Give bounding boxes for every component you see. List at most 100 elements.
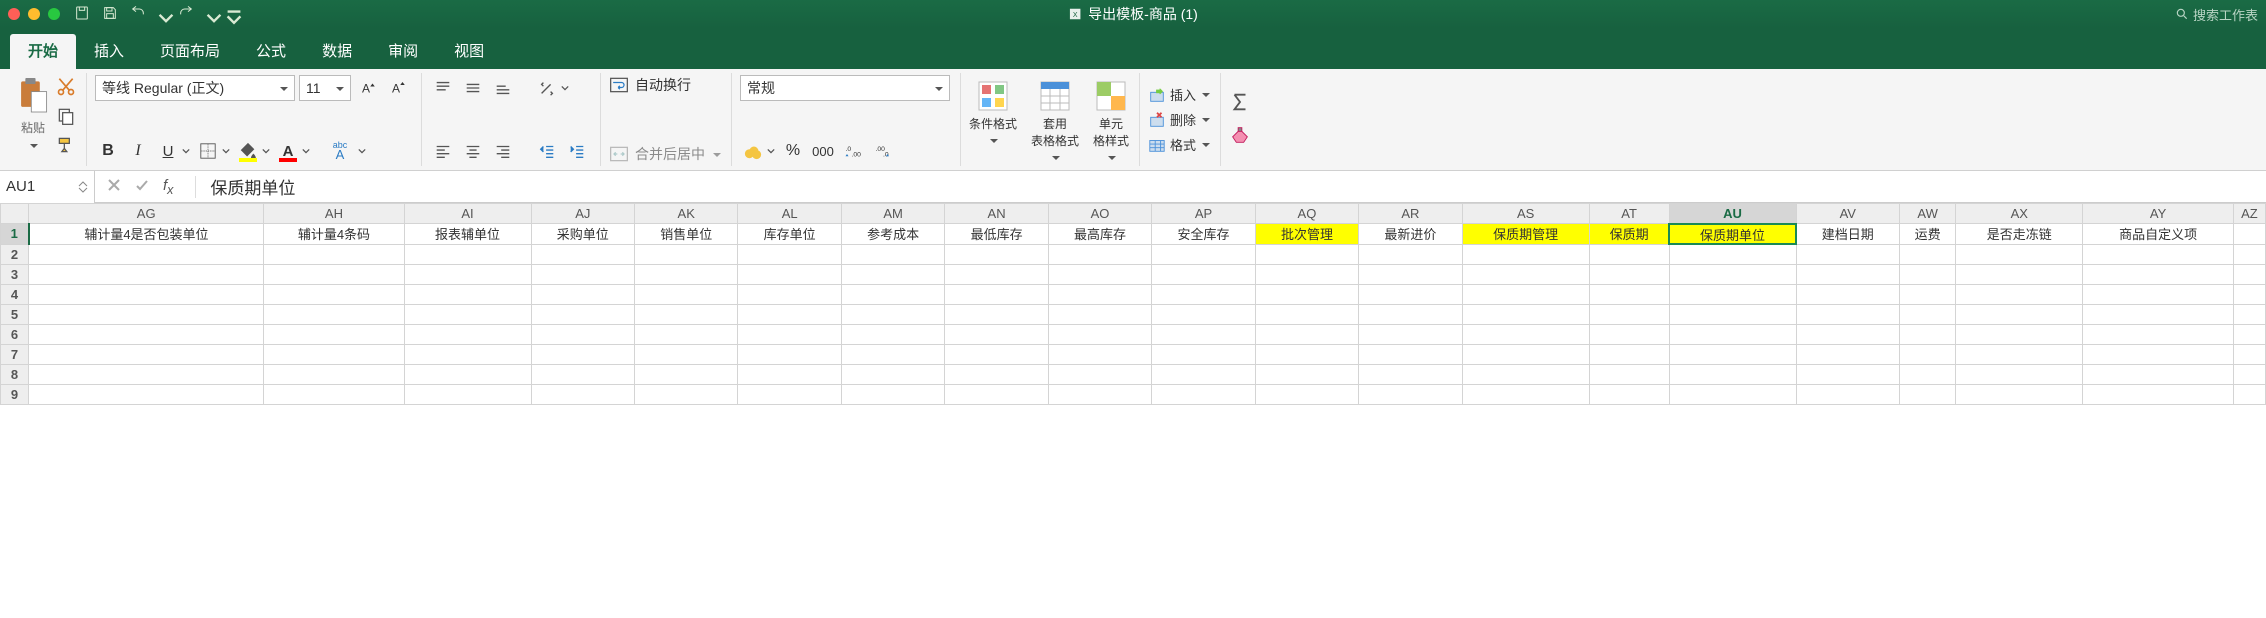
confirm-formula-icon[interactable] bbox=[135, 178, 149, 195]
col-header[interactable]: AJ bbox=[531, 204, 634, 224]
cell[interactable]: 批次管理 bbox=[1255, 224, 1358, 245]
cell[interactable]: 保质期 bbox=[1589, 224, 1669, 245]
cell[interactable]: 保质期单位 bbox=[1669, 224, 1796, 245]
align-bottom-icon[interactable] bbox=[490, 75, 516, 101]
cell[interactable]: 建档日期 bbox=[1796, 224, 1899, 245]
tab-home[interactable]: 开始 bbox=[10, 34, 76, 69]
cell[interactable] bbox=[264, 324, 404, 344]
tab-formulas[interactable]: 公式 bbox=[238, 34, 304, 69]
cell[interactable] bbox=[738, 284, 841, 304]
underline-dropdown[interactable] bbox=[181, 147, 191, 155]
redo-icon[interactable] bbox=[178, 5, 194, 24]
increase-font-icon[interactable]: A bbox=[355, 75, 381, 101]
cell[interactable] bbox=[1255, 324, 1358, 344]
cell[interactable] bbox=[1796, 304, 1899, 324]
cell[interactable] bbox=[2083, 344, 2234, 364]
cell[interactable] bbox=[1669, 264, 1796, 284]
cell[interactable] bbox=[531, 304, 634, 324]
orientation-button[interactable] bbox=[534, 75, 560, 101]
cell[interactable] bbox=[1589, 364, 1669, 384]
cell[interactable]: 保质期管理 bbox=[1462, 224, 1589, 245]
cell[interactable] bbox=[1796, 364, 1899, 384]
cell[interactable] bbox=[1900, 344, 1956, 364]
merge-center-button[interactable]: 合并后居中 bbox=[609, 144, 721, 164]
cell[interactable] bbox=[1255, 264, 1358, 284]
cell[interactable] bbox=[264, 304, 404, 324]
row-header[interactable]: 3 bbox=[1, 264, 29, 284]
cell[interactable] bbox=[2233, 264, 2265, 284]
col-header[interactable]: AG bbox=[29, 204, 264, 224]
cell[interactable] bbox=[2233, 384, 2265, 404]
cell[interactable] bbox=[531, 244, 634, 264]
cell[interactable] bbox=[1589, 304, 1669, 324]
cell[interactable] bbox=[1359, 244, 1462, 264]
redo-dropdown[interactable] bbox=[206, 10, 214, 18]
cell[interactable] bbox=[404, 244, 531, 264]
currency-button[interactable] bbox=[740, 138, 766, 164]
cell[interactable] bbox=[1462, 364, 1589, 384]
border-button[interactable] bbox=[195, 138, 221, 164]
cell[interactable] bbox=[1956, 324, 2083, 344]
percent-button[interactable]: % bbox=[780, 138, 806, 164]
cell[interactable]: 库存单位 bbox=[738, 224, 841, 245]
cell[interactable] bbox=[1900, 324, 1956, 344]
cell[interactable] bbox=[1359, 264, 1462, 284]
cell[interactable] bbox=[841, 324, 944, 344]
cell[interactable] bbox=[1462, 304, 1589, 324]
cell[interactable] bbox=[841, 364, 944, 384]
cancel-formula-icon[interactable] bbox=[107, 178, 121, 195]
currency-dropdown[interactable] bbox=[766, 147, 776, 155]
align-right-icon[interactable] bbox=[490, 138, 516, 164]
cell[interactable] bbox=[635, 344, 738, 364]
align-top-icon[interactable] bbox=[430, 75, 456, 101]
cell[interactable] bbox=[29, 384, 264, 404]
cell[interactable] bbox=[404, 304, 531, 324]
tab-view[interactable]: 视图 bbox=[436, 34, 502, 69]
cell[interactable] bbox=[1048, 304, 1151, 324]
cell[interactable] bbox=[945, 284, 1048, 304]
cell[interactable] bbox=[1589, 244, 1669, 264]
col-header[interactable]: AK bbox=[635, 204, 738, 224]
cell[interactable] bbox=[841, 344, 944, 364]
copy-icon[interactable] bbox=[56, 106, 76, 129]
row-header[interactable]: 5 bbox=[1, 304, 29, 324]
cell[interactable] bbox=[404, 384, 531, 404]
save-icon[interactable] bbox=[74, 5, 90, 24]
cell[interactable] bbox=[1048, 244, 1151, 264]
font-color-dropdown[interactable] bbox=[301, 147, 311, 155]
underline-button[interactable]: U bbox=[155, 138, 181, 164]
cell[interactable] bbox=[29, 244, 264, 264]
align-middle-icon[interactable] bbox=[460, 75, 486, 101]
formula-input[interactable]: 保质期单位 bbox=[202, 174, 2266, 199]
cell[interactable]: 辅计量4是否包装单位 bbox=[29, 224, 264, 245]
window-minimize[interactable] bbox=[28, 8, 40, 20]
decrease-decimal-icon[interactable]: .00.0 bbox=[870, 138, 896, 164]
row-header[interactable]: 4 bbox=[1, 284, 29, 304]
cell[interactable] bbox=[1956, 264, 2083, 284]
orientation-dropdown[interactable] bbox=[560, 84, 570, 92]
cell[interactable] bbox=[1359, 364, 1462, 384]
col-header[interactable]: AV bbox=[1796, 204, 1899, 224]
cell[interactable] bbox=[2233, 224, 2265, 245]
cell[interactable] bbox=[1152, 364, 1255, 384]
cell[interactable] bbox=[2083, 384, 2234, 404]
cell[interactable] bbox=[1359, 344, 1462, 364]
cell[interactable] bbox=[635, 364, 738, 384]
cell[interactable] bbox=[635, 244, 738, 264]
cell[interactable] bbox=[841, 264, 944, 284]
cell[interactable]: 安全库存 bbox=[1152, 224, 1255, 245]
cell[interactable] bbox=[2233, 364, 2265, 384]
cell[interactable] bbox=[264, 244, 404, 264]
undo-dropdown[interactable] bbox=[158, 10, 166, 18]
cell[interactable] bbox=[264, 284, 404, 304]
cell[interactable] bbox=[1255, 284, 1358, 304]
row-header[interactable]: 2 bbox=[1, 244, 29, 264]
phonetic-dropdown[interactable] bbox=[357, 147, 367, 155]
cell[interactable] bbox=[1152, 384, 1255, 404]
cell[interactable] bbox=[1152, 324, 1255, 344]
cell[interactable] bbox=[531, 384, 634, 404]
cell-styles-button[interactable]: 单元 格样式 bbox=[1093, 79, 1129, 165]
cell[interactable] bbox=[1048, 344, 1151, 364]
tab-insert[interactable]: 插入 bbox=[76, 34, 142, 69]
col-header[interactable]: AS bbox=[1462, 204, 1589, 224]
